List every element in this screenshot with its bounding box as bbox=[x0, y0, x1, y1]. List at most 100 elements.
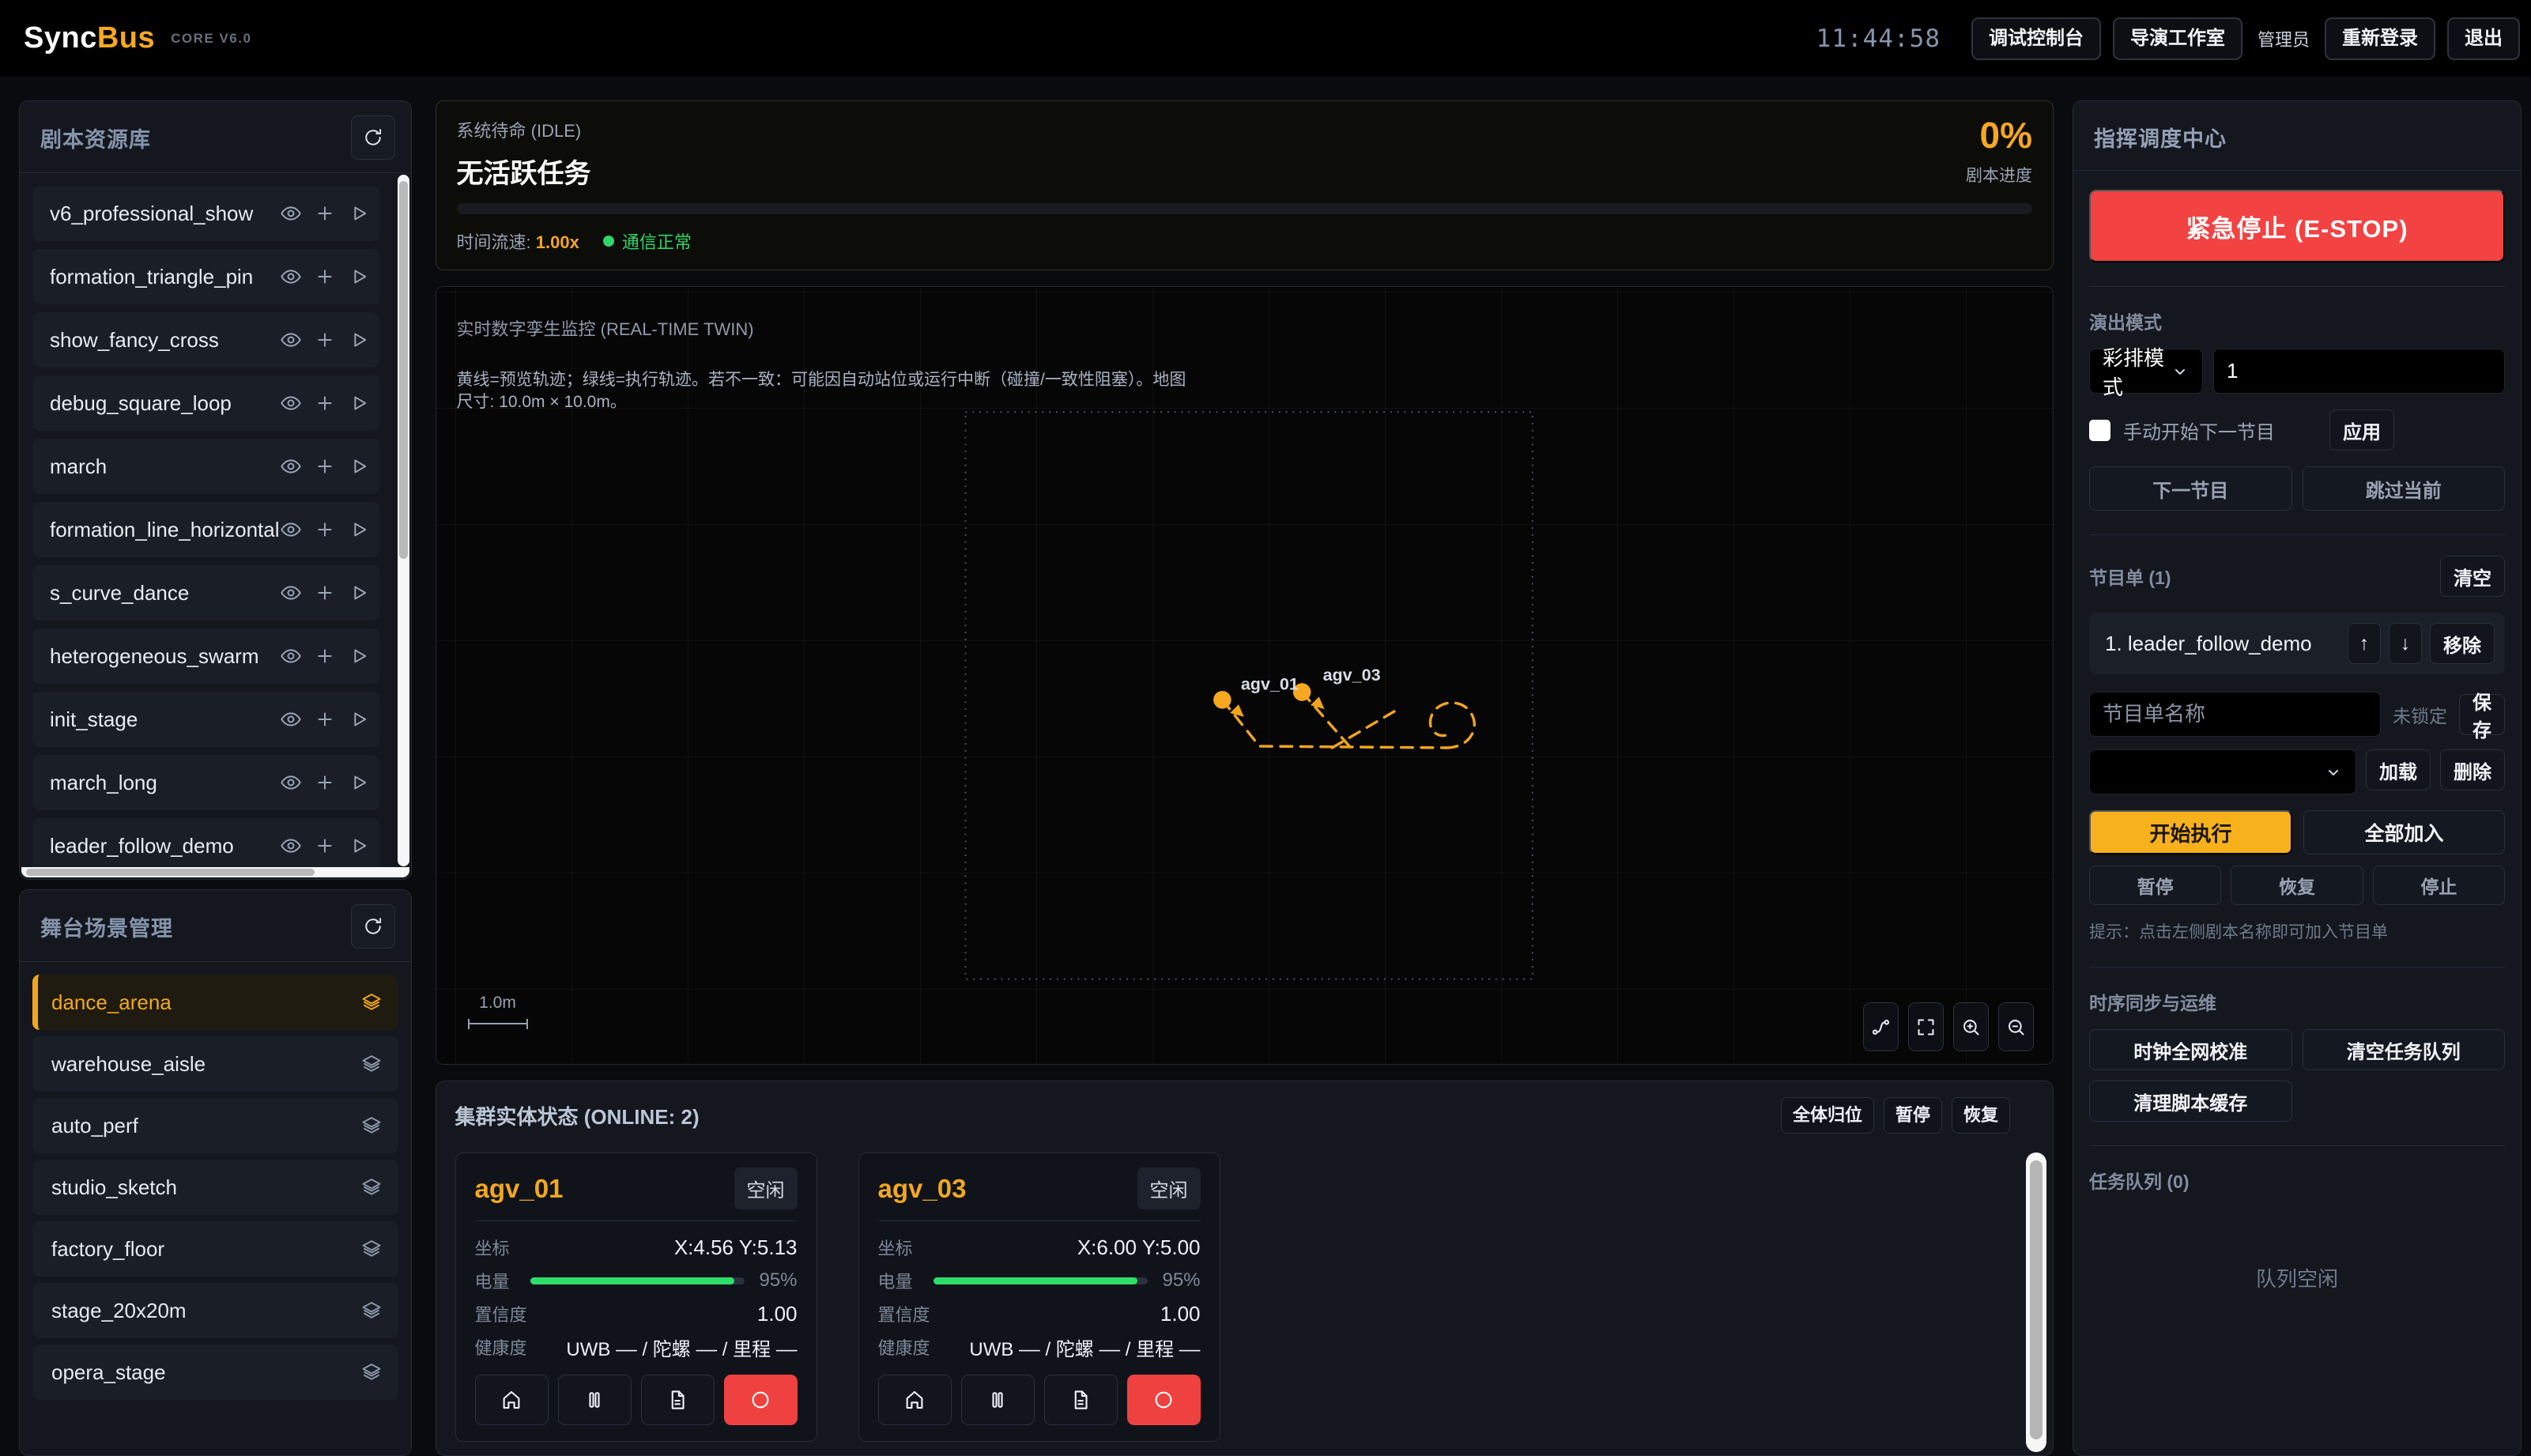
saved-playlist-select[interactable] bbox=[2089, 749, 2356, 794]
preview-eye-icon[interactable] bbox=[280, 519, 302, 541]
save-playlist-button[interactable]: 保存 bbox=[2459, 692, 2505, 741]
zoom-out-button[interactable] bbox=[1998, 1002, 2034, 1051]
delete-playlist-button[interactable]: 删除 bbox=[2440, 749, 2505, 790]
add-all-button[interactable]: 全部加入 bbox=[2303, 810, 2505, 854]
preview-eye-icon[interactable] bbox=[280, 645, 302, 667]
playlist-name-input[interactable] bbox=[2089, 692, 2381, 737]
next-program-button[interactable]: 下一节目 bbox=[2089, 466, 2292, 511]
script-item[interactable]: march_long bbox=[32, 755, 379, 810]
estop-button[interactable]: 紧急停止 (E-STOP) bbox=[2089, 190, 2505, 262]
fleet-resume-button[interactable]: 恢复 bbox=[1951, 1097, 2010, 1133]
resume-button[interactable]: 恢复 bbox=[2231, 866, 2363, 905]
director-studio-button[interactable]: 导演工作室 bbox=[2112, 17, 2242, 60]
debug-console-button[interactable]: 调试控制台 bbox=[1971, 17, 2101, 60]
preview-eye-icon[interactable] bbox=[280, 582, 302, 604]
clock-calibration-button[interactable]: 时钟全网校准 bbox=[2089, 1029, 2292, 1070]
preview-eye-icon[interactable] bbox=[280, 771, 302, 794]
add-to-playlist-icon[interactable] bbox=[314, 329, 336, 351]
start-execution-button[interactable]: 开始执行 bbox=[2089, 810, 2292, 854]
play-script-icon[interactable] bbox=[348, 835, 370, 857]
load-playlist-button[interactable]: 加载 bbox=[2366, 749, 2431, 790]
agv-home-button[interactable] bbox=[877, 1375, 952, 1425]
scene-item-studio-sketch[interactable]: studio_sketch bbox=[32, 1160, 398, 1215]
add-to-playlist-icon[interactable] bbox=[314, 582, 336, 604]
add-to-playlist-icon[interactable] bbox=[314, 519, 336, 541]
agv01-marker[interactable] bbox=[1213, 691, 1232, 709]
clear-playlist-button[interactable]: 清空 bbox=[2440, 556, 2505, 597]
add-to-playlist-icon[interactable] bbox=[314, 771, 336, 794]
scene-refresh-button[interactable] bbox=[350, 904, 395, 949]
remove-item-button[interactable]: 移除 bbox=[2430, 623, 2495, 664]
preview-eye-icon[interactable] bbox=[280, 708, 302, 730]
manual-next-checkbox[interactable] bbox=[2089, 419, 2110, 441]
preview-eye-icon[interactable] bbox=[280, 835, 302, 857]
agv-log-button[interactable] bbox=[640, 1375, 715, 1425]
scene-item-opera-stage[interactable]: opera_stage bbox=[32, 1345, 398, 1400]
play-script-icon[interactable] bbox=[348, 455, 370, 477]
script-item[interactable]: leader_follow_demo bbox=[32, 818, 379, 873]
library-horizontal-scrollbar[interactable] bbox=[21, 867, 409, 877]
home-all-button[interactable]: 全体归位 bbox=[1780, 1097, 1874, 1133]
show-count-input[interactable] bbox=[2213, 349, 2505, 394]
scene-item-stage-20x20m[interactable]: stage_20x20m bbox=[32, 1283, 398, 1338]
fleet-vertical-scroll-thumb[interactable] bbox=[2030, 1160, 2043, 1439]
agv-stop-button[interactable] bbox=[1126, 1375, 1201, 1425]
preview-eye-icon[interactable] bbox=[280, 455, 302, 477]
play-script-icon[interactable] bbox=[348, 266, 370, 288]
scene-item-dance-arena[interactable]: dance_arena bbox=[32, 975, 398, 1030]
scene-item-warehouse-aisle[interactable]: warehouse_aisle bbox=[32, 1036, 398, 1092]
add-to-playlist-icon[interactable] bbox=[314, 202, 336, 224]
script-item[interactable]: formation_triangle_pin bbox=[32, 249, 379, 304]
add-to-playlist-icon[interactable] bbox=[314, 708, 336, 730]
preview-eye-icon[interactable] bbox=[280, 266, 302, 288]
playlist-item[interactable]: 1. leader_follow_demo ↑ ↓ 移除 bbox=[2089, 613, 2505, 674]
pause-button[interactable]: 暂停 bbox=[2089, 866, 2222, 905]
fleet-pause-button[interactable]: 暂停 bbox=[1883, 1097, 1942, 1133]
play-script-icon[interactable] bbox=[348, 519, 370, 541]
library-vertical-scrollbar[interactable] bbox=[397, 175, 409, 866]
script-item[interactable]: march bbox=[32, 439, 379, 494]
clear-script-cache-button[interactable]: 清理脚本缓存 bbox=[2089, 1081, 2292, 1122]
skip-current-button[interactable]: 跳过当前 bbox=[2302, 466, 2505, 511]
fit-view-button[interactable] bbox=[1908, 1002, 1944, 1051]
script-item[interactable]: s_curve_dance bbox=[32, 565, 379, 620]
scene-item-auto-perf[interactable]: auto_perf bbox=[32, 1098, 398, 1153]
show-mode-select[interactable]: 彩排模式 bbox=[2089, 346, 2203, 399]
play-script-icon[interactable] bbox=[348, 392, 370, 414]
apply-button[interactable]: 应用 bbox=[2329, 409, 2394, 451]
play-script-icon[interactable] bbox=[348, 582, 370, 604]
agv-stop-button[interactable] bbox=[723, 1375, 798, 1425]
agv-pause-button[interactable] bbox=[557, 1375, 632, 1425]
script-item[interactable]: debug_square_loop bbox=[32, 375, 379, 431]
script-item[interactable]: v6_professional_show bbox=[32, 186, 379, 241]
script-item[interactable]: heterogeneous_swarm bbox=[32, 628, 379, 684]
play-script-icon[interactable] bbox=[348, 202, 370, 224]
library-refresh-button[interactable] bbox=[350, 115, 395, 160]
add-to-playlist-icon[interactable] bbox=[314, 835, 336, 857]
scene-item-factory-floor[interactable]: factory_floor bbox=[32, 1221, 398, 1277]
add-to-playlist-icon[interactable] bbox=[314, 645, 336, 667]
toggle-paths-button[interactable] bbox=[1863, 1002, 1899, 1051]
agv-log-button[interactable] bbox=[1043, 1375, 1118, 1425]
move-up-button[interactable]: ↑ bbox=[2348, 623, 2381, 664]
add-to-playlist-icon[interactable] bbox=[314, 455, 336, 477]
relogin-button[interactable]: 重新登录 bbox=[2325, 17, 2435, 60]
fleet-vertical-scrollbar[interactable] bbox=[2026, 1152, 2046, 1452]
add-to-playlist-icon[interactable] bbox=[314, 392, 336, 414]
stop-button[interactable]: 停止 bbox=[2372, 866, 2505, 905]
clear-task-queue-button[interactable]: 清空任务队列 bbox=[2302, 1029, 2505, 1070]
script-item[interactable]: formation_line_horizontal bbox=[32, 502, 379, 557]
play-script-icon[interactable] bbox=[348, 329, 370, 351]
preview-eye-icon[interactable] bbox=[280, 202, 302, 224]
library-vertical-scroll-thumb[interactable] bbox=[398, 181, 408, 559]
play-script-icon[interactable] bbox=[348, 771, 370, 794]
preview-eye-icon[interactable] bbox=[280, 392, 302, 414]
agv-home-button[interactable] bbox=[474, 1375, 549, 1425]
preview-eye-icon[interactable] bbox=[280, 329, 302, 351]
zoom-in-button[interactable] bbox=[1953, 1002, 1989, 1051]
move-down-button[interactable]: ↓ bbox=[2389, 623, 2422, 664]
play-script-icon[interactable] bbox=[348, 645, 370, 667]
script-item[interactable]: show_fancy_cross bbox=[32, 312, 379, 368]
agv-pause-button[interactable] bbox=[960, 1375, 1035, 1425]
exit-button[interactable]: 退出 bbox=[2447, 17, 2520, 60]
